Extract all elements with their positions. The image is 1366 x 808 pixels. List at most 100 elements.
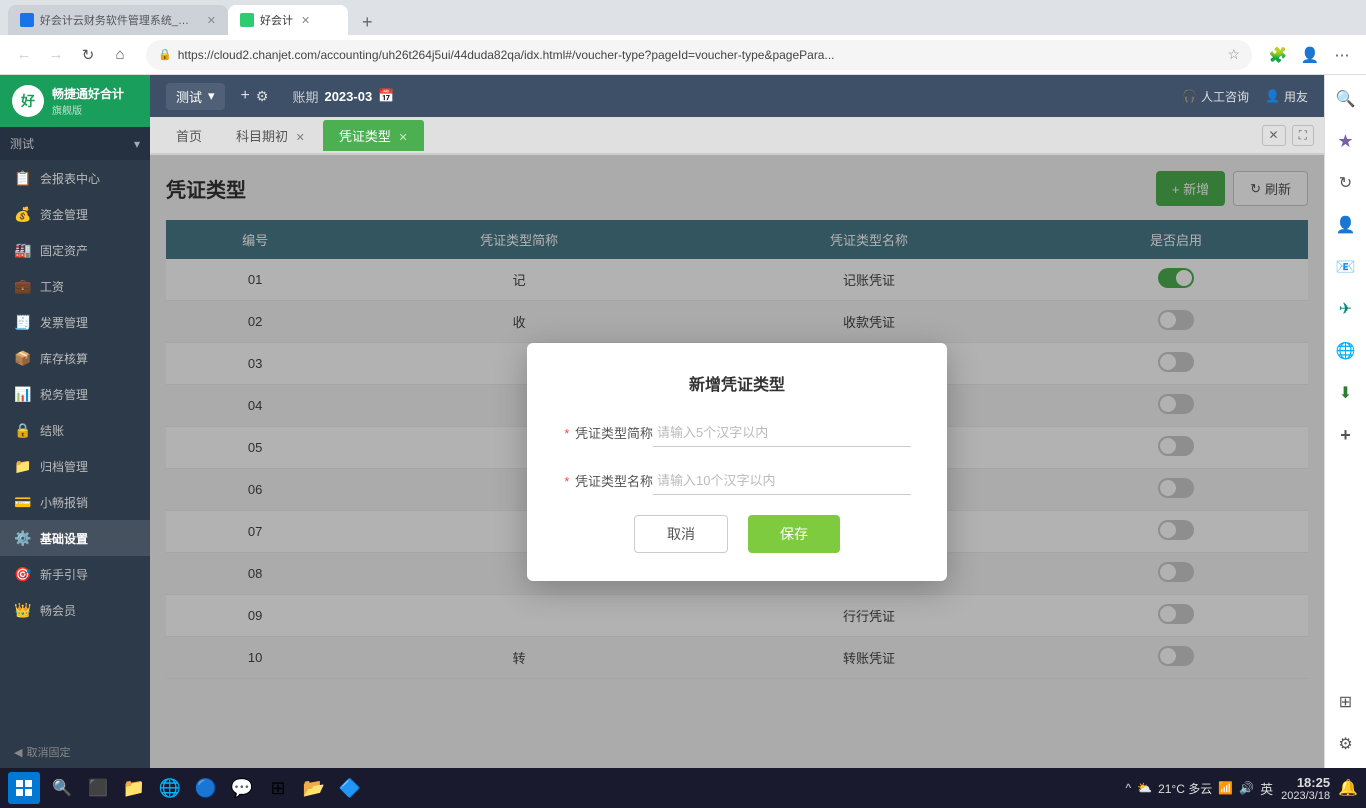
- sidebar-item-settings[interactable]: ⚙️ 基础设置: [0, 520, 150, 556]
- settings-icon: ⚙️: [14, 529, 32, 547]
- sidebar-item-label-archive: 归档管理: [40, 458, 88, 475]
- consult-button[interactable]: 🎧 人工咨询: [1182, 88, 1249, 105]
- sidebar-item-capital[interactable]: 💰 资金管理: [0, 196, 150, 232]
- invoice-icon: 🧾: [14, 313, 32, 331]
- right-panel-person-button[interactable]: 👤: [1330, 209, 1362, 241]
- profile-button[interactable]: 👤: [1296, 41, 1324, 69]
- page-tab-subject-period[interactable]: 科目期初 ✕: [220, 120, 321, 151]
- taskbar-search[interactable]: 🔍: [48, 774, 76, 802]
- right-panel-star-button[interactable]: ★: [1330, 125, 1362, 157]
- browser-tab-2[interactable]: 好会计 ✕: [228, 5, 348, 35]
- sidebar-item-guide[interactable]: 🎯 新手引导: [0, 556, 150, 592]
- volume-icon[interactable]: 🔊: [1239, 781, 1254, 795]
- right-panel-outlook-button[interactable]: 📧: [1330, 251, 1362, 283]
- right-panel-download-button[interactable]: ⬇: [1330, 377, 1362, 409]
- calendar-icon[interactable]: 📅: [378, 88, 394, 104]
- sidebar-item-archive[interactable]: 📁 归档管理: [0, 448, 150, 484]
- refresh-button[interactable]: ↻: [74, 41, 102, 69]
- logo-text: 畅捷通好合计: [52, 85, 124, 102]
- content-wrapper: 凭证类型 + 新增 ↻ 刷新 编号 凭证类型简称 凭证: [150, 155, 1324, 768]
- logo-version: 旗舰版: [52, 102, 124, 117]
- taskbar-folder[interactable]: 📂: [300, 774, 328, 802]
- lock-icon: 🔒: [158, 48, 172, 61]
- right-panel-send-button[interactable]: ✈: [1330, 293, 1362, 325]
- minimize-panel-button[interactable]: ✕: [1262, 125, 1286, 146]
- sidebar-item-expense[interactable]: 💳 小畅报销: [0, 484, 150, 520]
- sidebar-cancel-pin[interactable]: ◀ 取消固定: [0, 736, 150, 768]
- taskbar-app5[interactable]: ⊞: [264, 774, 292, 802]
- tab2-favicon: [240, 13, 254, 27]
- right-panel-grid-button[interactable]: ⊞: [1330, 686, 1362, 718]
- sidebar-item-invoice[interactable]: 🧾 发票管理: [0, 304, 150, 340]
- tab1-label: 好会计云财务软件管理系统_会计: [40, 12, 199, 28]
- taskbar-chrome[interactable]: 🔵: [192, 774, 220, 802]
- bookmark-icon[interactable]: ☆: [1227, 46, 1240, 63]
- page-tab-subject-period-close-icon[interactable]: ✕: [296, 132, 305, 144]
- abbr-input[interactable]: [653, 419, 911, 447]
- home-button[interactable]: ⌂: [106, 41, 134, 69]
- page-tab-voucher-type[interactable]: 凭证类型 ✕: [323, 120, 424, 151]
- start-button[interactable]: [8, 772, 40, 804]
- address-bar[interactable]: 🔒 https://cloud2.chanjet.com/accounting/…: [146, 40, 1252, 70]
- sidebar-logo: 好 畅捷通好合计 旗舰版: [0, 75, 150, 127]
- browser-tab-1[interactable]: 好会计云财务软件管理系统_会计 ✕: [8, 5, 228, 35]
- tab1-close[interactable]: ✕: [207, 14, 216, 27]
- sidebar-item-member[interactable]: 👑 畅会员: [0, 592, 150, 628]
- taskbar-notification-button[interactable]: 🔔: [1338, 778, 1358, 798]
- form-label-abbr: * 凭证类型简称: [563, 423, 653, 442]
- sidebar-item-label-expense: 小畅报销: [40, 494, 88, 511]
- modal-overlay[interactable]: 新增凭证类型 * 凭证类型简称 * 凭证类型名称: [150, 155, 1324, 768]
- right-panel-plus-button[interactable]: +: [1330, 419, 1362, 451]
- headset-icon: 🎧: [1182, 89, 1197, 103]
- required-star-abbr: *: [564, 426, 569, 441]
- app-header: 测试 ▾ + ⚙ 账期 2023-03 📅 🎧 人工咨询 👤 用友: [150, 75, 1324, 117]
- sidebar-item-checkout[interactable]: 🔒 结账: [0, 412, 150, 448]
- taskbar-wechat[interactable]: 💬: [228, 774, 256, 802]
- sidebar-item-label-invoice: 发票管理: [40, 314, 88, 331]
- page-tab-voucher-type-close-icon[interactable]: ✕: [399, 132, 408, 144]
- sidebar-item-dashboard[interactable]: 📋 会报表中心: [0, 160, 150, 196]
- sidebar-item-label-checkout: 结账: [40, 422, 64, 439]
- tab2-close[interactable]: ✕: [301, 14, 310, 27]
- guide-icon: 🎯: [14, 565, 32, 583]
- cancel-button[interactable]: 取消: [634, 515, 728, 553]
- sidebar-workspace-selector[interactable]: 测试 ▾: [0, 127, 150, 160]
- right-panel-globe-button[interactable]: 🌐: [1330, 335, 1362, 367]
- sidebar-item-tax[interactable]: 📊 税务管理: [0, 376, 150, 412]
- sidebar-item-salary[interactable]: 💼 工资: [0, 268, 150, 304]
- taskbar-clock[interactable]: 18:25 2023/3/18: [1281, 775, 1330, 802]
- network-icon[interactable]: 📶: [1218, 781, 1233, 795]
- taskbar-edge[interactable]: 🌐: [156, 774, 184, 802]
- more-button[interactable]: ⋯: [1328, 41, 1356, 69]
- header-tools: + ⚙: [241, 87, 269, 105]
- pin-icon: ◀: [14, 746, 22, 759]
- taskbar-multitask[interactable]: ⬛: [84, 774, 112, 802]
- weather-icon: ⛅: [1137, 781, 1152, 795]
- form-label-name: * 凭证类型名称: [563, 471, 653, 490]
- taskbar-browser2[interactable]: 🔷: [336, 774, 364, 802]
- taskbar-file-explorer[interactable]: 📁: [120, 774, 148, 802]
- right-panel-sync-button[interactable]: ↻: [1330, 167, 1362, 199]
- right-panel-gear-button[interactable]: ⚙: [1330, 728, 1362, 760]
- new-tab-button[interactable]: +: [356, 10, 379, 35]
- page-tab-home[interactable]: 首页: [160, 120, 218, 151]
- right-panel-search-button[interactable]: 🔍: [1330, 83, 1362, 115]
- forward-button[interactable]: →: [42, 41, 70, 69]
- sidebar-item-inventory[interactable]: 📦 库存核算: [0, 340, 150, 376]
- address-text: https://cloud2.chanjet.com/accounting/uh…: [178, 48, 835, 62]
- expand-panel-button[interactable]: ⛶: [1292, 125, 1314, 146]
- user-avatar-icon: 👤: [1265, 89, 1280, 103]
- sidebar-item-assets[interactable]: 🏭 固定资产: [0, 232, 150, 268]
- workspace-selector[interactable]: 测试 ▾: [166, 83, 225, 110]
- save-button[interactable]: 保存: [748, 515, 840, 553]
- name-input[interactable]: [653, 467, 911, 495]
- back-button[interactable]: ←: [10, 41, 38, 69]
- add-workspace-button[interactable]: +: [241, 87, 250, 105]
- sidebar-item-label-salary: 工资: [40, 278, 64, 295]
- period-label: 账期: [292, 87, 318, 106]
- extensions-button[interactable]: 🧩: [1264, 41, 1292, 69]
- sidebar-item-label-inventory: 库存核算: [40, 350, 88, 367]
- user-button[interactable]: 👤 用友: [1265, 88, 1308, 105]
- tray-chevron-icon[interactable]: ^: [1125, 781, 1131, 795]
- settings-gear-button[interactable]: ⚙: [256, 88, 269, 105]
